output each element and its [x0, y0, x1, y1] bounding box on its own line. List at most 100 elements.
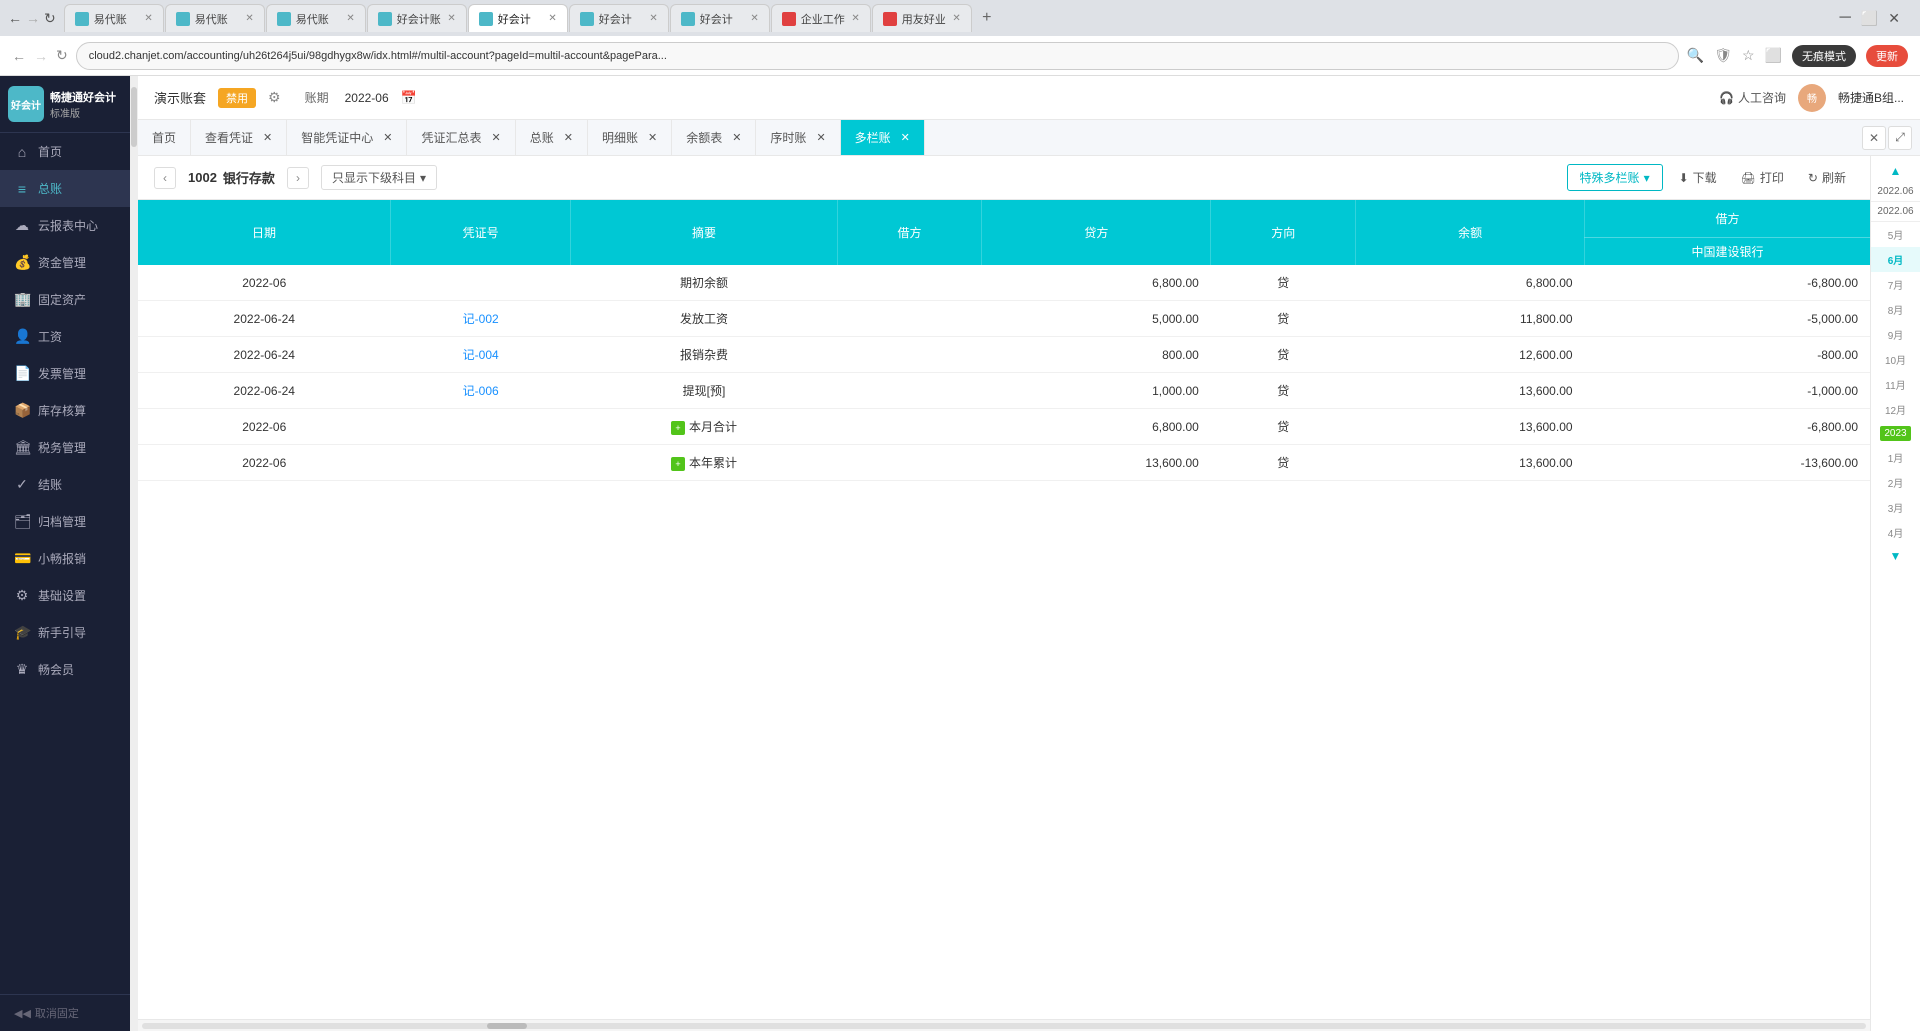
calendar-icon[interactable]: 📅: [401, 90, 417, 106]
timeline-month-6[interactable]: 6月: [1871, 247, 1920, 272]
cell-voucher-2[interactable]: 记-004: [390, 337, 570, 373]
close-window-icon[interactable]: ✕: [1888, 10, 1900, 27]
shield-icon[interactable]: 🛡: [1714, 47, 1732, 64]
tab-home[interactable]: 首页: [138, 120, 191, 156]
restore-icon[interactable]: ⬜: [1861, 10, 1878, 27]
sidebar-item-invoice[interactable]: 📄 发票管理: [0, 355, 130, 392]
tab-voucher-summary[interactable]: 凭证汇总表 ✕: [407, 120, 515, 156]
refresh-button[interactable]: ↻ 刷新: [1800, 165, 1854, 190]
tab-balance-table[interactable]: 余额表 ✕: [672, 120, 756, 156]
browser-tab-3[interactable]: 易代账 ✕: [266, 4, 366, 32]
tab-view-voucher[interactable]: 查看凭证 ✕: [191, 120, 287, 156]
sidebar-item-fund[interactable]: 💰 资金管理: [0, 244, 130, 281]
tab-detail-ledger-close[interactable]: ✕: [648, 131, 657, 144]
timeline-2023-month-3[interactable]: 3月: [1871, 495, 1920, 520]
tab-journal[interactable]: 序时账 ✕: [756, 120, 840, 156]
tab-close-2[interactable]: ✕: [245, 13, 253, 24]
browser-tab-7[interactable]: 好会计 ✕: [670, 4, 770, 32]
sidebar-item-member[interactable]: ♛ 畅会员: [0, 651, 130, 688]
sidebar-item-archive[interactable]: 🗂 归档管理: [0, 503, 130, 540]
sidebar-item-salary[interactable]: 👤 工资: [0, 318, 130, 355]
forward-icon[interactable]: →: [26, 10, 40, 26]
tab-close-9[interactable]: ✕: [952, 13, 960, 24]
fwd-btn[interactable]: →: [34, 48, 48, 64]
tab-general-ledger[interactable]: 总账 ✕: [516, 120, 588, 156]
timeline-scroll-down[interactable]: ▼: [1890, 545, 1902, 567]
address-input[interactable]: [76, 42, 1679, 70]
tab-close-3[interactable]: ✕: [346, 13, 354, 24]
no-trace-button[interactable]: 无痕模式: [1792, 45, 1856, 67]
sidebar-pin-button[interactable]: ◀◀ 取消固定: [0, 994, 130, 1031]
cell-voucher-3[interactable]: 记-006: [390, 373, 570, 409]
minimize-icon[interactable]: ─: [1839, 9, 1850, 27]
timeline-month-9[interactable]: 9月: [1871, 322, 1920, 347]
sidebar-scrollbar[interactable]: [130, 76, 138, 1031]
ledger-table-wrap[interactable]: 日期 凭证号 摘要 借方 贷方 方向 余额 借方 中国建设银行: [138, 200, 1870, 1019]
prev-account-button[interactable]: ‹: [154, 167, 176, 189]
tab-balance-table-close[interactable]: ✕: [732, 131, 741, 144]
timeline-month-12[interactable]: 12月: [1871, 397, 1920, 422]
sidebar-item-tax[interactable]: 🏛 税务管理: [0, 429, 130, 466]
tab-close-7[interactable]: ✕: [750, 13, 758, 24]
tab-voucher-summary-close[interactable]: ✕: [492, 131, 501, 144]
special-multi-button[interactable]: 特殊多栏账 ▾: [1567, 164, 1663, 191]
topbar-settings-icon[interactable]: ⚙: [268, 89, 281, 106]
tab-close-1[interactable]: ✕: [144, 13, 152, 24]
timeline-month-10[interactable]: 10月: [1871, 347, 1920, 372]
tab-multi-column-close[interactable]: ✕: [901, 131, 910, 144]
browser-tab-4[interactable]: 好会计账 ✕: [367, 4, 467, 32]
browser-tab-2[interactable]: 易代账 ✕: [165, 4, 265, 32]
extension-icon[interactable]: ⬜: [1765, 47, 1782, 64]
sidebar-item-guide[interactable]: 🎓 新手引导: [0, 614, 130, 651]
star-icon[interactable]: ☆: [1742, 47, 1755, 64]
sidebar-item-fixed-assets[interactable]: 🏢 固定资产: [0, 281, 130, 318]
bottom-scrollbar[interactable]: [138, 1019, 1870, 1031]
timeline-2023-month-2[interactable]: 2月: [1871, 470, 1920, 495]
timeline-month-11[interactable]: 11月: [1871, 372, 1920, 397]
tab-general-ledger-close[interactable]: ✕: [564, 131, 573, 144]
cell-voucher-1[interactable]: 记-002: [390, 301, 570, 337]
back-icon[interactable]: ←: [8, 10, 22, 26]
new-tab-button[interactable]: +: [973, 4, 1001, 32]
next-account-button[interactable]: ›: [287, 167, 309, 189]
sidebar-item-cloud-report[interactable]: ☁ 云报表中心: [0, 207, 130, 244]
timeline-2023-month-1[interactable]: 1月: [1871, 445, 1920, 470]
sidebar-item-ledger[interactable]: ≡ 总账: [0, 170, 130, 207]
timeline-month-8[interactable]: 8月: [1871, 297, 1920, 322]
timeline-scroll-up[interactable]: ▲: [1890, 160, 1902, 182]
close-tab-action[interactable]: ✕: [1862, 126, 1886, 150]
browser-tab-9[interactable]: 用友好业 ✕: [872, 4, 972, 32]
expand-tab-action[interactable]: ⤢: [1888, 126, 1912, 150]
sidebar-item-expense[interactable]: 💳 小畅报销: [0, 540, 130, 577]
browser-tab-6[interactable]: 好会计 ✕: [569, 4, 669, 32]
download-button[interactable]: ⬇ 下载: [1671, 165, 1725, 190]
tab-view-voucher-close[interactable]: ✕: [263, 131, 272, 144]
sidebar-item-inventory[interactable]: 📦 库存核算: [0, 392, 130, 429]
reload-icon[interactable]: ↻: [44, 10, 56, 27]
reload-btn[interactable]: ↻: [56, 47, 68, 64]
search-icon[interactable]: 🔍: [1687, 47, 1704, 64]
sidebar-item-close-accounts[interactable]: ✓ 结账: [0, 466, 130, 503]
tab-detail-ledger[interactable]: 明细账 ✕: [588, 120, 672, 156]
sidebar-item-home[interactable]: ⌂ 首页: [0, 133, 130, 170]
tab-smart-voucher[interactable]: 智能凭证中心 ✕: [287, 120, 407, 156]
print-button[interactable]: 🖨 打印: [1733, 165, 1792, 190]
timeline-month-5[interactable]: 5月: [1871, 222, 1920, 247]
tab-smart-voucher-close[interactable]: ✕: [383, 131, 392, 144]
tab-close-6[interactable]: ✕: [649, 13, 657, 24]
tab-close-4[interactable]: ✕: [447, 13, 455, 24]
browser-tab-1[interactable]: 易代账 ✕: [64, 4, 164, 32]
sidebar-item-settings[interactable]: ⚙ 基础设置: [0, 577, 130, 614]
tab-journal-close[interactable]: ✕: [816, 131, 825, 144]
consult-button[interactable]: 🎧 人工咨询: [1719, 89, 1786, 106]
tab-close-8[interactable]: ✕: [851, 13, 859, 24]
sub-account-filter[interactable]: 只显示下级科目 ▾: [321, 165, 437, 190]
timeline-month-7[interactable]: 7月: [1871, 272, 1920, 297]
update-button[interactable]: 更新: [1866, 45, 1908, 67]
browser-tab-5[interactable]: 好会计 ✕: [468, 4, 568, 32]
tab-multi-column[interactable]: 多栏账 ✕: [841, 120, 925, 156]
tab-close-5[interactable]: ✕: [548, 13, 556, 24]
timeline-2023-month-4[interactable]: 4月: [1871, 520, 1920, 545]
back-btn[interactable]: ←: [12, 48, 26, 64]
browser-tab-8[interactable]: 企业工作 ✕: [771, 4, 871, 32]
